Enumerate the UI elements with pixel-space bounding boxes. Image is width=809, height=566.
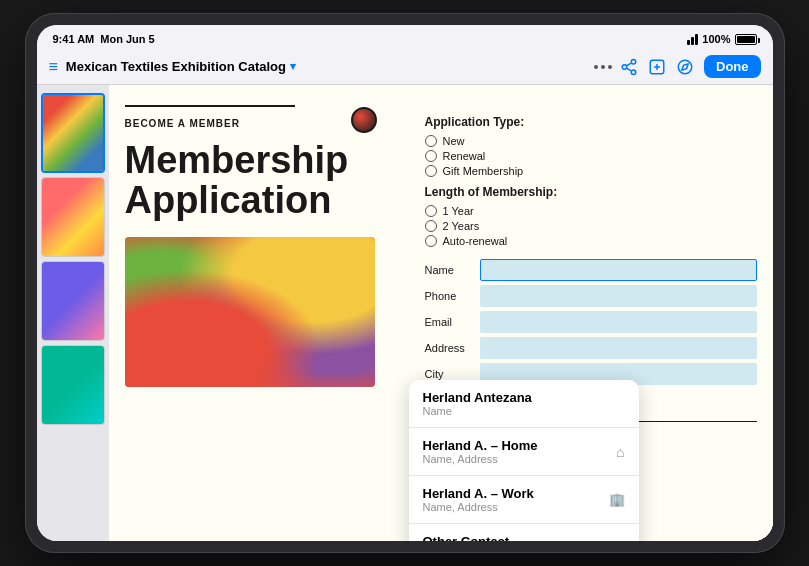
- autocomplete-sub-1: Name: [423, 405, 532, 417]
- become-member-section: BECOME A MEMBER: [125, 105, 295, 131]
- document-page: BECOME A MEMBER Membership Application: [109, 85, 773, 541]
- ipad-screen: 9:41 AM Mon Jun 5 100% ≡ Mexic: [37, 25, 773, 541]
- done-label: Done: [716, 59, 749, 74]
- radio-2years[interactable]: 2 Years: [425, 220, 757, 232]
- radio-autorenewal-circle: [425, 235, 437, 247]
- autocomplete-name-1: Herland Antezana: [423, 390, 532, 405]
- radio-gift[interactable]: Gift Membership: [425, 165, 757, 177]
- email-field-row: Email: [425, 311, 757, 333]
- compass-button[interactable]: [676, 58, 694, 76]
- phone-field-row: Phone: [425, 285, 757, 307]
- toolbar: ≡ Mexican Textiles Exhibition Catalog ▾: [37, 49, 773, 85]
- more-button[interactable]: [594, 65, 612, 69]
- autocomplete-item-4[interactable]: Other Contact...: [409, 524, 639, 541]
- membership-title: Membership Application: [125, 141, 393, 221]
- radio-2years-circle: [425, 220, 437, 232]
- address-field-row: Address: [425, 337, 757, 359]
- phone-label: Phone: [425, 290, 480, 302]
- toolbar-right-buttons: Done: [620, 55, 761, 78]
- thumbnail-2[interactable]: [41, 177, 105, 257]
- autocomplete-item-3[interactable]: Herland A. – Work Name, Address 🏢: [409, 476, 639, 524]
- radio-renewal[interactable]: Renewal: [425, 150, 757, 162]
- radio-new-circle: [425, 135, 437, 147]
- document-title: Mexican Textiles Exhibition Catalog ▾: [66, 59, 586, 74]
- status-time: 9:41 AM: [53, 33, 95, 45]
- battery-icon: [735, 34, 757, 45]
- city-label: City: [425, 368, 480, 380]
- address-label: Address: [425, 342, 480, 354]
- autocomplete-dropdown: Herland Antezana Name Herland A. – Home …: [409, 380, 639, 541]
- radio-new-label: New: [443, 135, 465, 147]
- membership-length-title: Length of Membership:: [425, 185, 757, 199]
- autocomplete-item-2[interactable]: Herland A. – Home Name, Address ⌂: [409, 428, 639, 476]
- main-content: BECOME A MEMBER Membership Application: [37, 85, 773, 541]
- menu-button[interactable]: ≡: [49, 58, 58, 76]
- autocomplete-sub-3: Name, Address: [423, 501, 534, 513]
- share-button[interactable]: [620, 58, 638, 76]
- document-left-section: BECOME A MEMBER Membership Application: [109, 85, 409, 541]
- thumbnail-3[interactable]: [41, 261, 105, 341]
- thumbnail-4[interactable]: [41, 345, 105, 425]
- become-member-text: BECOME A MEMBER: [125, 118, 240, 129]
- radio-new[interactable]: New: [425, 135, 757, 147]
- autocomplete-name-2: Herland A. – Home: [423, 438, 538, 453]
- autocomplete-sub-2: Name, Address: [423, 453, 538, 465]
- radio-renewal-circle: [425, 150, 437, 162]
- wifi-icon: [687, 34, 698, 45]
- radio-autorenewal-label: Auto-renewal: [443, 235, 508, 247]
- application-type-title: Application Type:: [425, 115, 757, 129]
- radio-renewal-label: Renewal: [443, 150, 486, 162]
- home-icon: ⌂: [616, 444, 624, 460]
- address-input[interactable]: [480, 337, 757, 359]
- radio-gift-label: Gift Membership: [443, 165, 524, 177]
- autocomplete-item-1[interactable]: Herland Antezana Name: [409, 380, 639, 428]
- name-field-row: Name: [425, 259, 757, 281]
- done-button[interactable]: Done: [704, 55, 761, 78]
- autocomplete-name-4: Other Contact...: [423, 534, 625, 541]
- title-chevron[interactable]: ▾: [290, 60, 296, 73]
- medallion-decoration: [351, 107, 377, 133]
- radio-1year[interactable]: 1 Year: [425, 205, 757, 217]
- document-area: BECOME A MEMBER Membership Application: [109, 85, 773, 541]
- radio-gift-circle: [425, 165, 437, 177]
- phone-input[interactable]: [480, 285, 757, 307]
- ipad-frame: 9:41 AM Mon Jun 5 100% ≡ Mexic: [25, 13, 785, 553]
- edit-button[interactable]: [648, 58, 666, 76]
- svg-point-1: [678, 60, 692, 74]
- name-label: Name: [425, 264, 480, 276]
- status-date: Mon Jun 5: [100, 33, 154, 45]
- radio-2years-label: 2 Years: [443, 220, 480, 232]
- thumbnail-sidebar: [37, 85, 109, 541]
- name-input[interactable]: [480, 259, 757, 281]
- email-label: Email: [425, 316, 480, 328]
- battery-percent: 100%: [702, 33, 730, 45]
- status-right-icons: 100%: [687, 33, 756, 45]
- autocomplete-name-3: Herland A. – Work: [423, 486, 534, 501]
- email-input[interactable]: [480, 311, 757, 333]
- title-text: Mexican Textiles Exhibition Catalog: [66, 59, 286, 74]
- status-bar: 9:41 AM Mon Jun 5 100%: [37, 25, 773, 49]
- radio-autorenewal[interactable]: Auto-renewal: [425, 235, 757, 247]
- work-icon: 🏢: [609, 492, 625, 507]
- thumbnail-1[interactable]: [41, 93, 105, 173]
- membership-length-section: Length of Membership: 1 Year 2 Years: [425, 185, 757, 247]
- artwork: [125, 237, 375, 387]
- application-type-section: Application Type: New Renewal: [425, 115, 757, 177]
- radio-1year-circle: [425, 205, 437, 217]
- radio-1year-label: 1 Year: [443, 205, 474, 217]
